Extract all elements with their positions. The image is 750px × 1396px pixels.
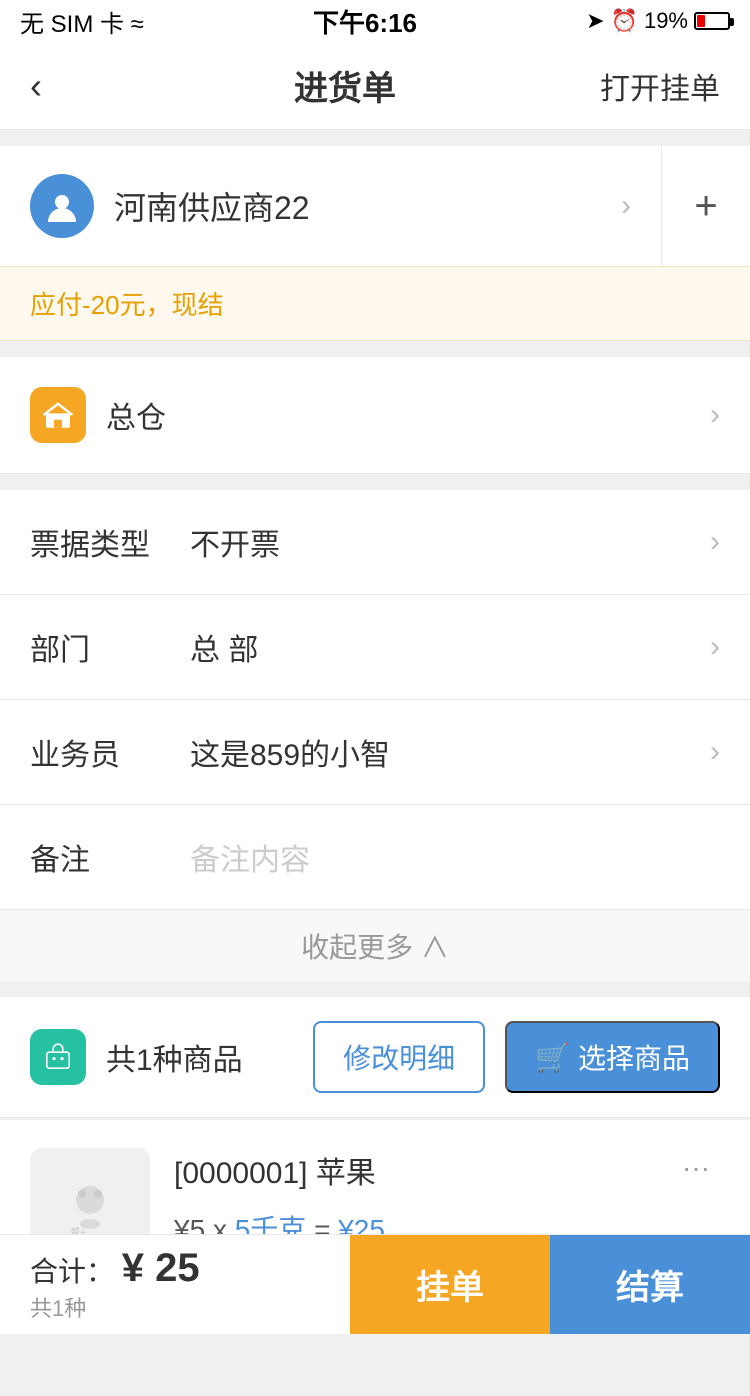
cart-icon: 🛒 [535, 1041, 570, 1074]
staff-label: 业务员 [30, 730, 190, 774]
supplier-section: 河南供应商22 › + [0, 146, 750, 266]
divider-9 [0, 1117, 750, 1118]
location-icon: ➤ [586, 8, 604, 34]
product-info: [0000001] 苹果 ¥5 x 5千克 = ¥25 [174, 1148, 648, 1248]
remark-label: 备注 [30, 835, 190, 879]
total-row: 合计： ¥ 25 [30, 1246, 320, 1291]
total-count: 共1种 [30, 1291, 320, 1323]
divider-8 [0, 981, 750, 997]
signal-text: 无 SIM 卡 ≈ [20, 4, 144, 39]
supplier-chevron-icon: › [621, 189, 631, 223]
select-products-button[interactable]: 🛒 选择商品 [505, 1021, 720, 1093]
remark-input[interactable]: 备注内容 [190, 835, 720, 879]
total-section: 合计： ¥ 25 共1种 [0, 1235, 350, 1334]
status-time: 下午6:16 [313, 3, 417, 40]
battery-icon [694, 12, 730, 30]
dept-value: 总 部 [190, 625, 710, 669]
warehouse-name: 总仓 [106, 393, 710, 437]
divider-4 [0, 474, 750, 490]
add-supplier-button[interactable]: + [662, 146, 750, 266]
divider-2 [0, 341, 750, 357]
dept-row[interactable]: 部门 总 部 › [0, 595, 750, 699]
page-title: 进货单 [294, 61, 396, 110]
invoice-value: 不开票 [190, 520, 710, 564]
collapse-label: 收起更多 ∧ [301, 926, 449, 966]
warehouse-row[interactable]: 总仓 › [0, 357, 750, 473]
hang-order-button[interactable]: 挂单 [350, 1235, 550, 1334]
nav-bar: ‹ 进货单 打开挂单 [0, 42, 750, 130]
supplier-selector[interactable]: 河南供应商22 › [0, 146, 662, 266]
notice-banner: 应付-20元，现结 [0, 266, 750, 341]
total-label: 合计： [30, 1256, 114, 1287]
edit-details-button[interactable]: 修改明细 [313, 1021, 485, 1093]
invoice-row[interactable]: 票据类型 不开票 › [0, 490, 750, 594]
products-count: 共1种商品 [106, 1035, 293, 1079]
bottom-bar: 合计： ¥ 25 共1种 挂单 结算 [0, 1234, 750, 1334]
product-more-button[interactable]: ··· [672, 1148, 720, 1188]
dept-chevron-icon: › [710, 630, 720, 664]
supplier-name: 河南供应商22 [114, 183, 621, 229]
warehouse-chevron-icon: › [710, 398, 720, 432]
products-header: 共1种商品 修改明细 🛒 选择商品 [0, 997, 750, 1117]
main-content: 河南供应商22 › + 应付-20元，现结 总仓 › 票据类型 不开票 › 部门… [0, 130, 750, 1396]
open-pending-button[interactable]: 打开挂单 [600, 64, 720, 108]
product-code: [0000001] [174, 1157, 307, 1190]
total-amount: ¥ 25 [122, 1246, 200, 1290]
back-button[interactable]: ‹ [30, 65, 90, 107]
checkout-button[interactable]: 结算 [550, 1235, 750, 1334]
product-title-text: 苹果 [316, 1157, 376, 1190]
collapse-button[interactable]: 收起更多 ∧ [0, 909, 750, 981]
dept-label: 部门 [30, 625, 190, 669]
supplier-avatar [30, 174, 94, 238]
staff-value: 这是859的小智 [190, 730, 710, 774]
select-products-label: 选择商品 [578, 1037, 690, 1077]
status-right: ➤ ⏰ 19% [586, 8, 730, 34]
staff-chevron-icon: › [710, 735, 720, 769]
invoice-label: 票据类型 [30, 520, 190, 564]
battery-percent: 19% [644, 8, 688, 34]
staff-row[interactable]: 业务员 这是859的小智 › [0, 700, 750, 804]
invoice-chevron-icon: › [710, 525, 720, 559]
alarm-icon: ⏰ [611, 8, 638, 34]
remark-row[interactable]: 备注 备注内容 [0, 805, 750, 909]
status-left: 无 SIM 卡 ≈ [20, 4, 144, 39]
status-bar: 无 SIM 卡 ≈ 下午6:16 ➤ ⏰ 19% [0, 0, 750, 42]
products-icon [30, 1029, 86, 1085]
product-name: [0000001] 苹果 [174, 1148, 648, 1192]
warehouse-icon [30, 387, 86, 443]
divider-1 [0, 130, 750, 146]
